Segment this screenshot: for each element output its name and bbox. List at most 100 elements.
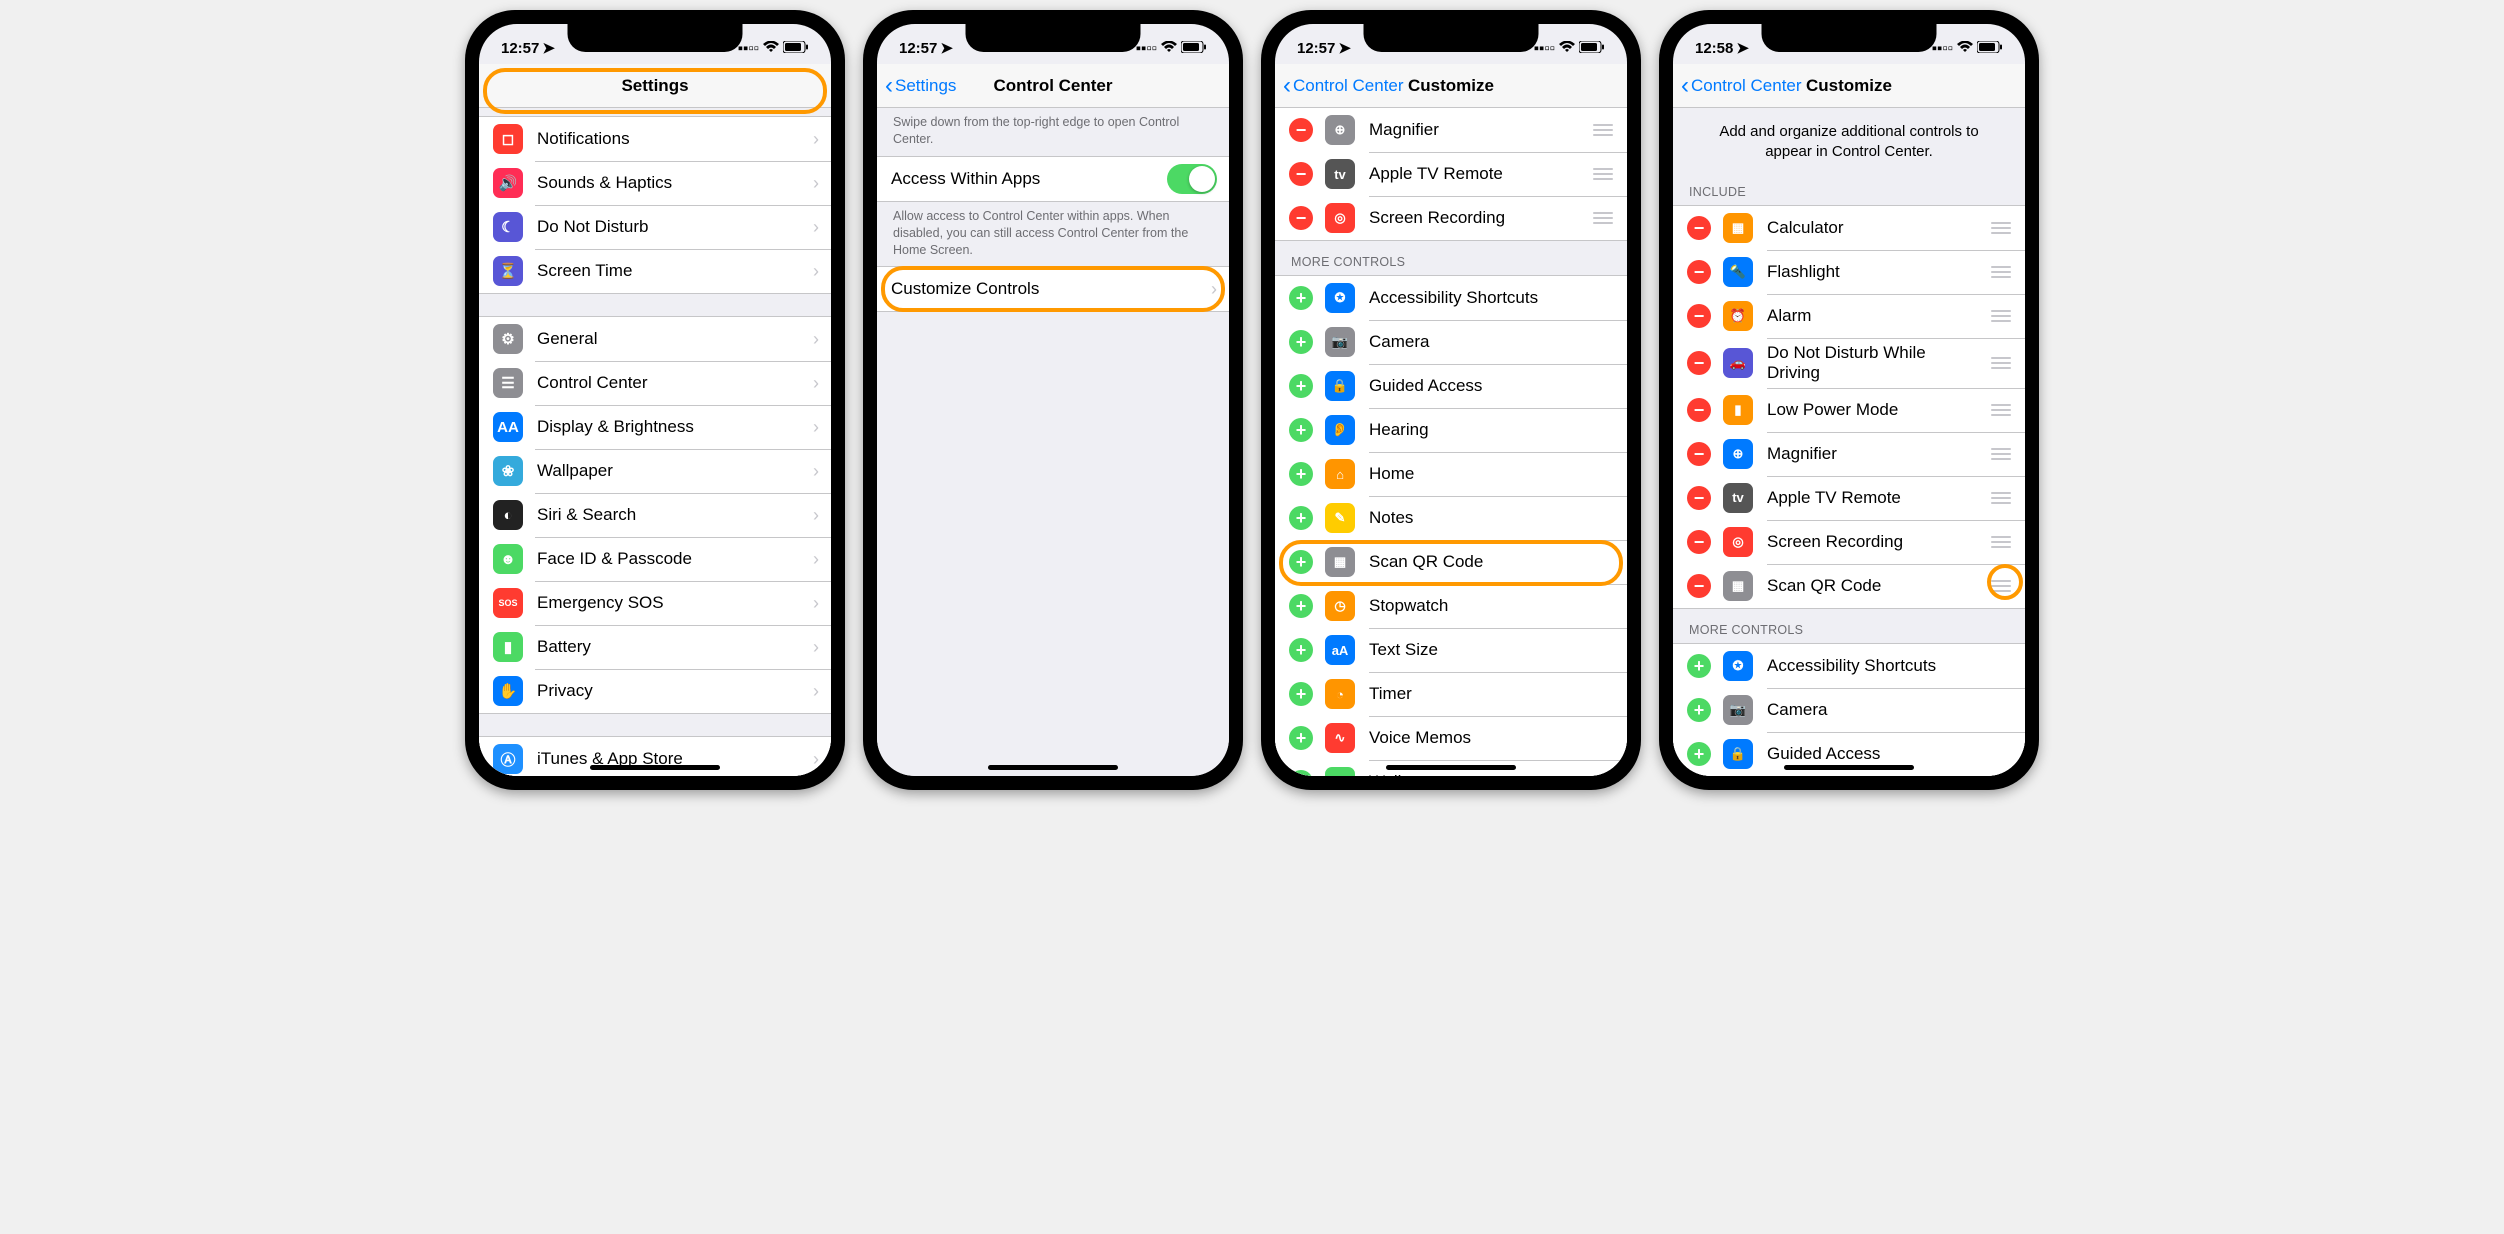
remove-button[interactable]: − (1289, 162, 1313, 186)
home-indicator[interactable] (1386, 765, 1516, 770)
remove-button[interactable]: − (1289, 118, 1313, 142)
row-label: Guided Access (1369, 376, 1615, 396)
settings-row[interactable]: 🔊Sounds & Haptics› (479, 161, 831, 205)
add-button[interactable]: + (1289, 550, 1313, 574)
remove-button[interactable]: − (1687, 260, 1711, 284)
control-row[interactable]: +⌂Home (1275, 452, 1627, 496)
remove-button[interactable]: − (1687, 442, 1711, 466)
remove-button[interactable]: − (1687, 486, 1711, 510)
remove-button[interactable]: − (1687, 351, 1711, 375)
control-row[interactable]: +aAText Size (1275, 628, 1627, 672)
control-center-settings[interactable]: Swipe down from the top-right edge to op… (877, 108, 1229, 776)
settings-row[interactable]: ☻Face ID & Passcode› (479, 537, 831, 581)
add-button[interactable]: + (1289, 770, 1313, 776)
add-button[interactable]: + (1687, 654, 1711, 678)
home-indicator[interactable] (988, 765, 1118, 770)
control-row[interactable]: +📷Camera (1275, 320, 1627, 364)
control-row[interactable]: +👂Hearing (1673, 776, 2025, 777)
customize-list[interactable]: −⊕Magnifier−tvApple TV Remote−◎Screen Re… (1275, 108, 1627, 776)
control-row[interactable]: −▦Calculator (1673, 206, 2025, 250)
settings-row[interactable]: ❀Wallpaper› (479, 449, 831, 493)
add-button[interactable]: + (1289, 418, 1313, 442)
access-within-apps-row[interactable]: Access Within Apps (877, 157, 1229, 201)
control-row[interactable]: −⊕Magnifier (1275, 108, 1627, 152)
settings-row[interactable]: ✋Privacy› (479, 669, 831, 713)
customize-controls-row[interactable]: Customize Controls › (877, 267, 1229, 311)
control-row[interactable]: −tvApple TV Remote (1275, 152, 1627, 196)
control-row[interactable]: −▮Low Power Mode (1673, 388, 2025, 432)
control-row[interactable]: +◔Timer (1275, 672, 1627, 716)
add-button[interactable]: + (1687, 698, 1711, 722)
back-button[interactable]: ‹ Settings (885, 74, 956, 98)
drag-handle[interactable] (1989, 536, 2013, 548)
control-row[interactable]: −🔦Flashlight (1673, 250, 2025, 294)
control-row[interactable]: −tvApple TV Remote (1673, 476, 2025, 520)
access-switch[interactable] (1167, 164, 1217, 194)
drag-handle[interactable] (1989, 580, 2013, 592)
battery-icon (1181, 40, 1207, 57)
control-row[interactable]: −◎Screen Recording (1673, 520, 2025, 564)
control-row[interactable]: +∿Voice Memos (1275, 716, 1627, 760)
settings-row[interactable]: ▮Battery› (479, 625, 831, 669)
add-button[interactable]: + (1289, 286, 1313, 310)
back-button[interactable]: ‹ Control Center (1283, 74, 1404, 98)
add-button[interactable]: + (1289, 682, 1313, 706)
remove-button[interactable]: − (1687, 304, 1711, 328)
add-button[interactable]: + (1289, 638, 1313, 662)
settings-row[interactable]: ☰Control Center› (479, 361, 831, 405)
drag-handle[interactable] (1989, 310, 2013, 322)
control-row[interactable]: −⏰Alarm (1673, 294, 2025, 338)
home-indicator[interactable] (590, 765, 720, 770)
add-button[interactable]: + (1289, 374, 1313, 398)
settings-row[interactable]: ⚙General› (479, 317, 831, 361)
drag-handle[interactable] (1591, 124, 1615, 136)
drag-handle[interactable] (1989, 266, 2013, 278)
remove-button[interactable]: − (1687, 574, 1711, 598)
remove-button[interactable]: − (1687, 216, 1711, 240)
add-button[interactable]: + (1289, 726, 1313, 750)
remove-button[interactable]: − (1687, 398, 1711, 422)
settings-row[interactable]: ◐Siri & Search› (479, 493, 831, 537)
drag-handle[interactable] (1591, 168, 1615, 180)
control-row[interactable]: +✪Accessibility Shortcuts (1673, 644, 2025, 688)
row-icon: ⌂ (1325, 459, 1355, 489)
control-row[interactable]: −▦Scan QR Code (1673, 564, 2025, 608)
customize-list[interactable]: Add and organize additional controls to … (1673, 108, 2025, 776)
row-icon: ✋ (493, 676, 523, 706)
control-row[interactable]: +🔒Guided Access (1275, 364, 1627, 408)
settings-list[interactable]: ◻︎Notifications›🔊Sounds & Haptics›☾Do No… (479, 108, 831, 776)
drag-handle[interactable] (1989, 357, 2013, 369)
control-row[interactable]: +👂Hearing (1275, 408, 1627, 452)
drag-handle[interactable] (1989, 404, 2013, 416)
add-button[interactable]: + (1289, 594, 1313, 618)
control-row[interactable]: −⊕Magnifier (1673, 432, 2025, 476)
drag-handle[interactable] (1989, 222, 2013, 234)
drag-handle[interactable] (1989, 492, 2013, 504)
add-button[interactable]: + (1289, 462, 1313, 486)
control-row[interactable]: −◎Screen Recording (1275, 196, 1627, 240)
drag-handle[interactable] (1989, 448, 2013, 460)
settings-row[interactable]: ⒶiTunes & App Store› (479, 737, 831, 776)
control-row[interactable]: +✪Accessibility Shortcuts (1275, 276, 1627, 320)
remove-button[interactable]: − (1289, 206, 1313, 230)
battery-icon (783, 40, 809, 57)
back-button[interactable]: ‹ Control Center (1681, 74, 1802, 98)
settings-row[interactable]: ☾Do Not Disturb› (479, 205, 831, 249)
remove-button[interactable]: − (1687, 530, 1711, 554)
control-row[interactable]: +📷Camera (1673, 688, 2025, 732)
row-icon: 📷 (1325, 327, 1355, 357)
control-row[interactable]: +▦Scan QR Code (1275, 540, 1627, 584)
control-row[interactable]: −🚗Do Not Disturb While Driving (1673, 338, 2025, 388)
control-row[interactable]: +◷Stopwatch (1275, 584, 1627, 628)
drag-handle[interactable] (1591, 212, 1615, 224)
add-button[interactable]: + (1289, 330, 1313, 354)
settings-row[interactable]: ◻︎Notifications› (479, 117, 831, 161)
settings-row[interactable]: AADisplay & Brightness› (479, 405, 831, 449)
home-indicator[interactable] (1784, 765, 1914, 770)
add-button[interactable]: + (1687, 742, 1711, 766)
add-button[interactable]: + (1289, 506, 1313, 530)
settings-row[interactable]: SOSEmergency SOS› (479, 581, 831, 625)
settings-row[interactable]: ⏳Screen Time› (479, 249, 831, 293)
hero-note: Add and organize additional controls to … (1673, 108, 2025, 181)
control-row[interactable]: +✎Notes (1275, 496, 1627, 540)
